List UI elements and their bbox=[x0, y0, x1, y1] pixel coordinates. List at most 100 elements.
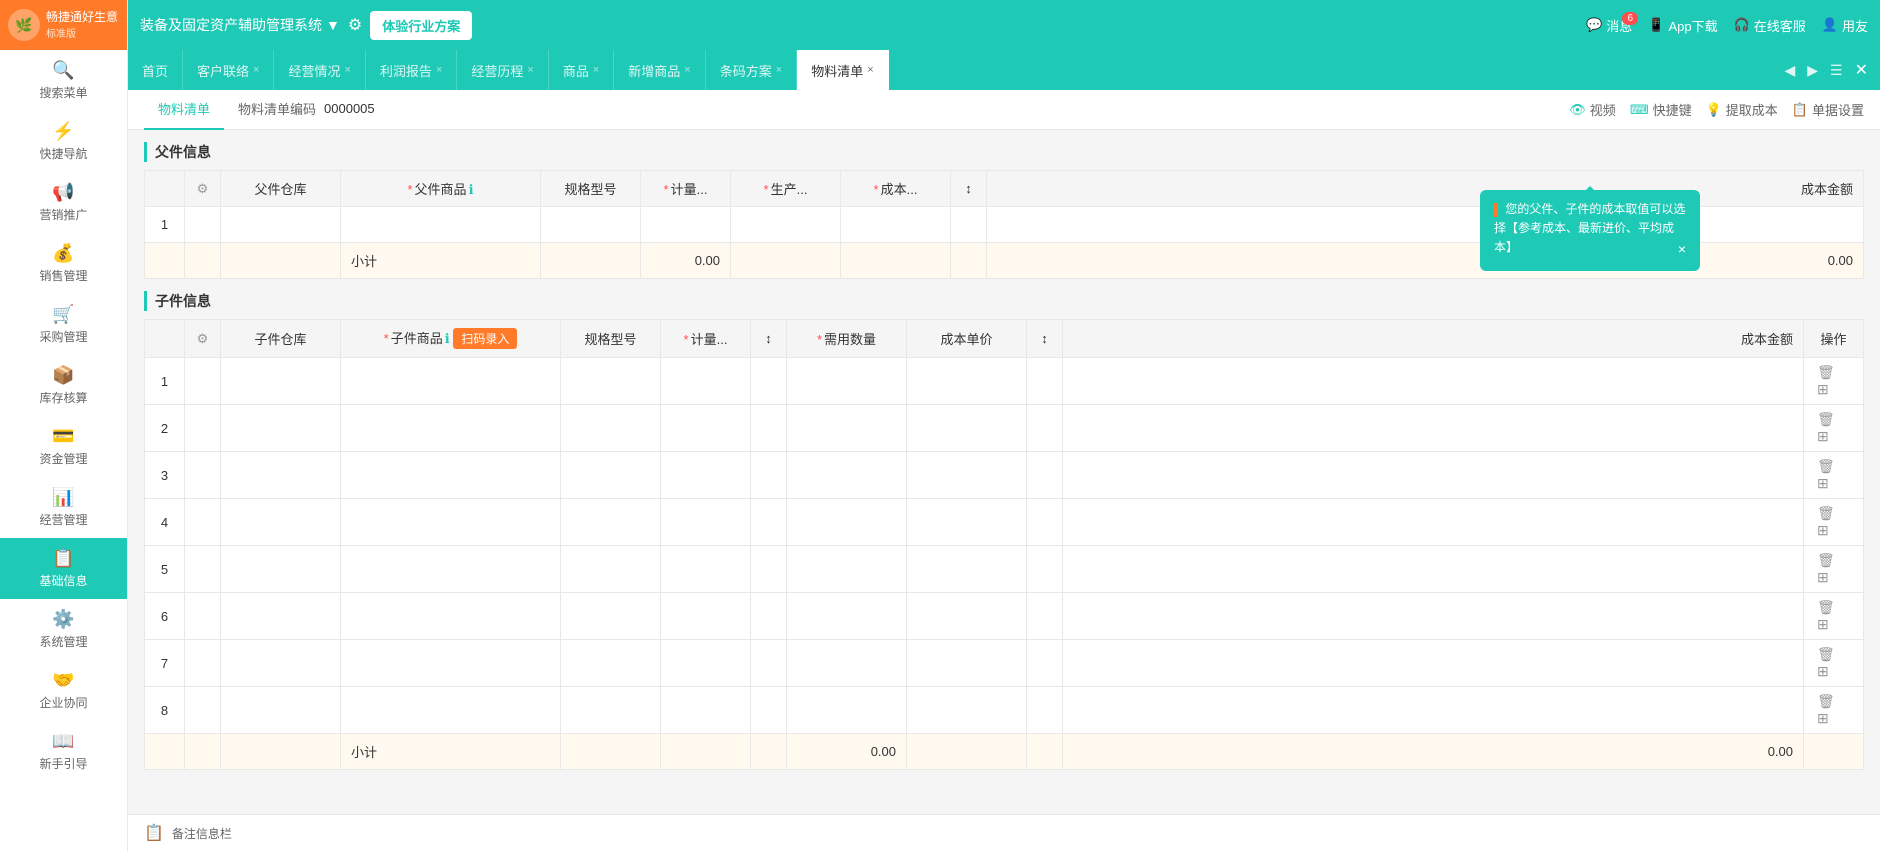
child-row-unit-price[interactable] bbox=[907, 640, 1027, 687]
tab-next-button[interactable]: ▶ bbox=[1803, 60, 1822, 81]
tab-operations[interactable]: 经营情况 × bbox=[274, 50, 365, 90]
child-row-unit-price[interactable] bbox=[907, 499, 1027, 546]
child-row-warehouse[interactable] bbox=[221, 358, 341, 405]
child-row-unit[interactable] bbox=[661, 358, 751, 405]
child-row-warehouse[interactable] bbox=[221, 687, 341, 734]
copy-icon[interactable]: ⊞ bbox=[1817, 522, 1829, 538]
row-unit[interactable] bbox=[641, 207, 731, 243]
child-row-unit[interactable] bbox=[661, 640, 751, 687]
tab-new-products-close[interactable]: × bbox=[684, 64, 690, 76]
child-row-spec[interactable] bbox=[561, 640, 661, 687]
child-row-product[interactable] bbox=[341, 640, 561, 687]
tab-barcode-close[interactable]: × bbox=[776, 64, 782, 76]
view-action[interactable]: 👁 视频 bbox=[1569, 100, 1616, 119]
child-row-warehouse[interactable] bbox=[221, 405, 341, 452]
app-download-button[interactable]: 📱 App下载 bbox=[1648, 16, 1717, 35]
copy-icon[interactable]: ⊞ bbox=[1817, 381, 1829, 397]
copy-icon[interactable]: ⊞ bbox=[1817, 663, 1829, 679]
child-row-unit[interactable] bbox=[661, 593, 751, 640]
child-row-spec[interactable] bbox=[561, 499, 661, 546]
tab-customers-close[interactable]: × bbox=[253, 64, 259, 76]
child-row-spec[interactable] bbox=[561, 358, 661, 405]
child-row-product[interactable] bbox=[341, 593, 561, 640]
copy-icon[interactable]: ⊞ bbox=[1817, 616, 1829, 632]
child-row-quantity[interactable] bbox=[787, 593, 907, 640]
child-row-spec[interactable] bbox=[561, 452, 661, 499]
settings-action[interactable]: 📋 单据设置 bbox=[1792, 100, 1864, 119]
system-dropdown-button[interactable]: ▼ bbox=[326, 17, 340, 33]
child-row-unit-price[interactable] bbox=[907, 593, 1027, 640]
cost-action[interactable]: 💡 提取成本 bbox=[1706, 100, 1778, 119]
child-row-unit-price[interactable] bbox=[907, 405, 1027, 452]
gear-icon[interactable]: ⚙ bbox=[344, 11, 366, 39]
row-product[interactable] bbox=[341, 207, 541, 243]
child-row-quantity[interactable] bbox=[787, 687, 907, 734]
copy-icon[interactable]: ⊞ bbox=[1817, 569, 1829, 585]
row-production[interactable] bbox=[731, 207, 841, 243]
child-row-quantity[interactable] bbox=[787, 640, 907, 687]
parent-col-settings[interactable]: ⚙ bbox=[185, 171, 221, 207]
delete-icon[interactable]: 🗑 bbox=[1817, 364, 1835, 380]
child-row-product[interactable] bbox=[341, 405, 561, 452]
child-row-product[interactable] bbox=[341, 499, 561, 546]
copy-icon[interactable]: ⊞ bbox=[1817, 710, 1829, 726]
tab-profit[interactable]: 利润报告 × bbox=[366, 50, 457, 90]
child-row-unit-price[interactable] bbox=[907, 546, 1027, 593]
tab-bom-close[interactable]: × bbox=[867, 64, 873, 76]
tab-history-close[interactable]: × bbox=[527, 64, 533, 76]
sidebar-item-marketing[interactable]: 📢 营销推广 bbox=[0, 172, 127, 233]
delete-icon[interactable]: 🗑 bbox=[1817, 599, 1835, 615]
delete-icon[interactable]: 🗑 bbox=[1817, 411, 1835, 427]
child-row-warehouse[interactable] bbox=[221, 593, 341, 640]
sidebar-item-purchase[interactable]: 🛒 采购管理 bbox=[0, 294, 127, 355]
online-service-button[interactable]: 🎧 在线客服 bbox=[1734, 16, 1806, 35]
delete-icon[interactable]: 🗑 bbox=[1817, 646, 1835, 662]
sidebar-item-quick-nav[interactable]: ⚡ 快捷导航 bbox=[0, 111, 127, 172]
child-row-quantity[interactable] bbox=[787, 546, 907, 593]
tooltip-close-button[interactable]: × bbox=[1678, 238, 1686, 260]
sidebar-item-enterprise[interactable]: 🤝 企业协同 bbox=[0, 660, 127, 721]
tab-close-all-button[interactable]: ✕ bbox=[1851, 58, 1872, 82]
child-row-warehouse[interactable] bbox=[221, 452, 341, 499]
row-cost[interactable] bbox=[841, 207, 951, 243]
messages-button[interactable]: 💬 消息 6 bbox=[1586, 16, 1632, 35]
child-row-quantity[interactable] bbox=[787, 499, 907, 546]
tab-operations-close[interactable]: × bbox=[344, 64, 350, 76]
child-row-spec[interactable] bbox=[561, 687, 661, 734]
delete-icon[interactable]: 🗑 bbox=[1817, 505, 1835, 521]
sidebar-item-inventory[interactable]: 📦 库存核算 bbox=[0, 355, 127, 416]
child-row-unit-price[interactable] bbox=[907, 687, 1027, 734]
user-button[interactable]: 👤 用友 bbox=[1822, 16, 1868, 35]
tab-products-close[interactable]: × bbox=[593, 64, 599, 76]
child-row-unit[interactable] bbox=[661, 546, 751, 593]
shortcut-action[interactable]: ⌨ 快捷键 bbox=[1630, 100, 1692, 119]
child-row-unit-price[interactable] bbox=[907, 358, 1027, 405]
scan-button[interactable]: 扫码录入 bbox=[453, 328, 517, 349]
child-row-product[interactable] bbox=[341, 546, 561, 593]
row-spec[interactable] bbox=[541, 207, 641, 243]
child-row-product[interactable] bbox=[341, 358, 561, 405]
tab-barcode[interactable]: 条码方案 × bbox=[706, 50, 797, 90]
tab-history[interactable]: 经营历程 × bbox=[457, 50, 548, 90]
sidebar-item-sales[interactable]: 💰 销售管理 bbox=[0, 233, 127, 294]
child-row-quantity[interactable] bbox=[787, 358, 907, 405]
child-row-unit[interactable] bbox=[661, 687, 751, 734]
child-row-product[interactable] bbox=[341, 687, 561, 734]
child-col-settings[interactable]: ⚙ bbox=[185, 320, 221, 358]
sidebar-item-basic-info[interactable]: 📋 基础信息 bbox=[0, 538, 127, 599]
child-row-product[interactable] bbox=[341, 452, 561, 499]
child-row-unit[interactable] bbox=[661, 499, 751, 546]
sidebar-item-search[interactable]: 🔍 搜索菜单 bbox=[0, 50, 127, 111]
child-row-unit[interactable] bbox=[661, 405, 751, 452]
sidebar-item-finance[interactable]: 💳 资金管理 bbox=[0, 416, 127, 477]
delete-icon[interactable]: 🗑 bbox=[1817, 693, 1835, 709]
tab-bom[interactable]: 物料清单 × bbox=[797, 50, 888, 90]
row-warehouse[interactable] bbox=[221, 207, 341, 243]
sidebar-item-system[interactable]: ⚙️ 系统管理 bbox=[0, 599, 127, 660]
tab-menu-button[interactable]: ☰ bbox=[1826, 60, 1847, 81]
child-row-spec[interactable] bbox=[561, 593, 661, 640]
child-row-quantity[interactable] bbox=[787, 452, 907, 499]
sidebar-item-operations[interactable]: 📊 经营管理 bbox=[0, 477, 127, 538]
experience-button[interactable]: 体验行业方案 bbox=[370, 11, 472, 40]
tab-customers[interactable]: 客户联络 × bbox=[183, 50, 274, 90]
